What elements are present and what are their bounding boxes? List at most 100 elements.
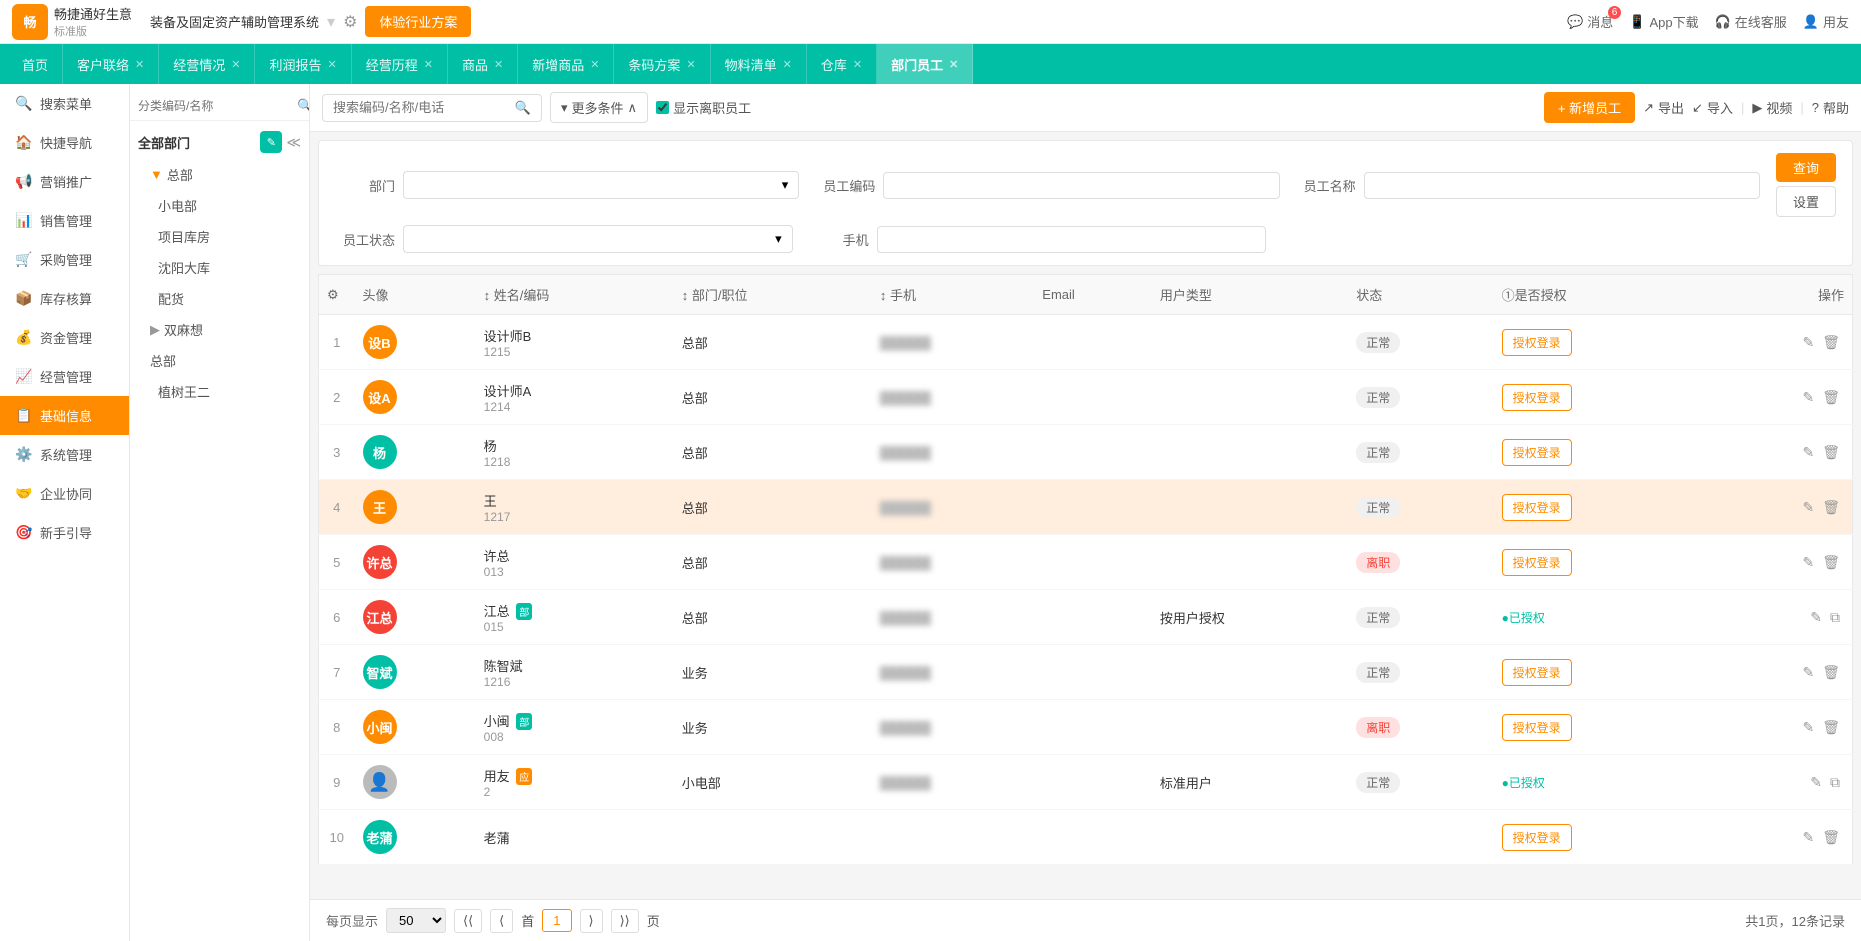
tab-customer[interactable]: 客户联络✕ bbox=[63, 44, 159, 84]
close-icon[interactable]: ✕ bbox=[590, 58, 599, 71]
phone-input[interactable] bbox=[877, 226, 1267, 253]
sidebar-item-basic[interactable]: 📋 基础信息 bbox=[0, 396, 129, 435]
prev-page-btn[interactable]: ⟨ bbox=[490, 909, 513, 933]
tab-dept-staff[interactable]: 部门员工✕ bbox=[877, 44, 973, 84]
auth-login-button[interactable]: 授权登录 bbox=[1502, 494, 1572, 521]
dept-tree-item-distribution[interactable]: 配货 bbox=[130, 283, 309, 314]
close-icon[interactable]: ✕ bbox=[949, 58, 958, 71]
dept-tree-item-headquarters[interactable]: ▼ 总部 bbox=[130, 159, 309, 190]
collapse-icon[interactable]: ≪ bbox=[286, 134, 301, 151]
dept-header-icon[interactable]: ✎ bbox=[260, 131, 282, 153]
close-icon[interactable]: ✕ bbox=[135, 58, 144, 71]
dept-tree-item-shuangma[interactable]: ▶ 双麻想 bbox=[130, 314, 309, 345]
trial-button[interactable]: 体验行业方案 bbox=[365, 6, 471, 37]
tab-profit[interactable]: 利润报告✕ bbox=[255, 44, 351, 84]
next-page-btn[interactable]: ⟩ bbox=[580, 909, 603, 933]
edit-button[interactable]: ✎ bbox=[1798, 662, 1818, 683]
edit-button[interactable]: ✎ bbox=[1798, 717, 1818, 738]
query-button[interactable]: 查询 bbox=[1776, 153, 1836, 182]
sidebar-item-guide[interactable]: 🎯 新手引导 bbox=[0, 513, 129, 552]
delete-button[interactable]: 🗑 bbox=[1818, 717, 1844, 738]
delete-button[interactable]: 🗑 bbox=[1818, 552, 1844, 573]
delete-button[interactable]: 🗑 bbox=[1818, 387, 1844, 408]
tab-process[interactable]: 经营历程✕ bbox=[352, 44, 448, 84]
auth-login-button[interactable]: 授权登录 bbox=[1502, 659, 1572, 686]
col-gear[interactable]: ⚙ bbox=[319, 275, 355, 315]
delete-button[interactable]: 🗑 bbox=[1818, 442, 1844, 463]
dept-search-input[interactable] bbox=[138, 99, 293, 113]
auth-login-button[interactable]: 授权登录 bbox=[1502, 329, 1572, 356]
copy-button[interactable]: ⧉ bbox=[1826, 607, 1844, 628]
auth-login-button[interactable]: 授权登录 bbox=[1502, 549, 1572, 576]
emp-name-input[interactable] bbox=[1364, 172, 1760, 199]
export-btn[interactable]: ↗ 导出 bbox=[1643, 98, 1684, 117]
close-icon[interactable]: ✕ bbox=[231, 58, 240, 71]
dept-tree-item-general[interactable]: 总部 bbox=[130, 345, 309, 376]
sidebar-item-marketing[interactable]: 📢 营销推广 bbox=[0, 162, 129, 201]
close-icon[interactable]: ✕ bbox=[494, 58, 503, 71]
help-btn[interactable]: ? 帮助 bbox=[1812, 98, 1849, 117]
sidebar-item-inventory[interactable]: 📦 库存核算 bbox=[0, 279, 129, 318]
dept-tree-item-shenyang[interactable]: 沈阳大库 bbox=[130, 252, 309, 283]
auth-login-button[interactable]: 授权登录 bbox=[1502, 384, 1572, 411]
edit-button[interactable]: ✎ bbox=[1806, 607, 1826, 628]
tab-add-goods[interactable]: 新增商品✕ bbox=[518, 44, 614, 84]
edit-button[interactable]: ✎ bbox=[1798, 332, 1818, 353]
dept-tree-item-small-elec[interactable]: 小电部 bbox=[130, 190, 309, 221]
last-page-btn[interactable]: ⟩⟩ bbox=[611, 909, 639, 933]
tab-warehouse[interactable]: 仓库✕ bbox=[807, 44, 877, 84]
tab-barcode[interactable]: 条码方案✕ bbox=[614, 44, 710, 84]
show-resigned-checkbox[interactable] bbox=[656, 101, 669, 114]
more-filter-btn[interactable]: ▾ 更多条件 ∧ bbox=[550, 92, 648, 123]
tab-home[interactable]: 首页 bbox=[8, 44, 63, 84]
close-icon[interactable]: ✕ bbox=[424, 58, 433, 71]
sidebar-item-finance[interactable]: 💰 资金管理 bbox=[0, 318, 129, 357]
search-input[interactable] bbox=[333, 100, 511, 115]
sidebar-item-search[interactable]: 🔍 搜索菜单 bbox=[0, 84, 129, 123]
tab-operation[interactable]: 经营情况✕ bbox=[159, 44, 255, 84]
copy-button[interactable]: ⧉ bbox=[1826, 772, 1844, 793]
first-page-btn[interactable]: ⟨⟨ bbox=[454, 909, 482, 933]
sidebar-item-sales[interactable]: 📊 销售管理 bbox=[0, 201, 129, 240]
col-name[interactable]: ↕ 姓名/编码 bbox=[476, 275, 674, 315]
edit-button[interactable]: ✎ bbox=[1798, 387, 1818, 408]
close-icon[interactable]: ✕ bbox=[783, 58, 792, 71]
sidebar-item-purchase[interactable]: 🛒 采购管理 bbox=[0, 240, 129, 279]
edit-button[interactable]: ✎ bbox=[1806, 772, 1826, 793]
settings-icon[interactable]: ⚙ bbox=[343, 12, 357, 32]
sidebar-item-quicknav[interactable]: 🏠 快捷导航 bbox=[0, 123, 129, 162]
dept-tree-item-project[interactable]: 项目库房 bbox=[130, 221, 309, 252]
auth-login-button[interactable]: 授权登录 bbox=[1502, 824, 1572, 851]
per-page-select[interactable]: 50 100 200 bbox=[386, 908, 446, 933]
edit-button[interactable]: ✎ bbox=[1798, 442, 1818, 463]
dropdown-arrow-icon[interactable]: ▾ bbox=[327, 12, 335, 32]
auth-login-button[interactable]: 授权登录 bbox=[1502, 439, 1572, 466]
dept-select[interactable]: ▾ bbox=[403, 171, 799, 199]
user-btn[interactable]: 👤 用友 bbox=[1803, 12, 1849, 31]
import-btn[interactable]: ↙ 导入 bbox=[1692, 98, 1733, 117]
dept-tree-item-plant[interactable]: 植树王二 bbox=[130, 376, 309, 407]
show-resigned-label[interactable]: 显示离职员工 bbox=[656, 98, 751, 117]
auth-login-button[interactable]: 授权登录 bbox=[1502, 714, 1572, 741]
emp-status-select[interactable]: ▾ bbox=[403, 225, 793, 253]
app-download-btn[interactable]: 📱 App下载 bbox=[1629, 12, 1698, 31]
sidebar-item-collab[interactable]: 🤝 企业协同 bbox=[0, 474, 129, 513]
delete-button[interactable]: 🗑 bbox=[1818, 497, 1844, 518]
col-dept[interactable]: ↕ 部门/职位 bbox=[674, 275, 872, 315]
sidebar-item-biz[interactable]: 📈 经营管理 bbox=[0, 357, 129, 396]
close-icon[interactable]: ✕ bbox=[853, 58, 862, 71]
close-icon[interactable]: ✕ bbox=[328, 58, 337, 71]
message-btn[interactable]: 💬 消息 6 bbox=[1567, 12, 1613, 31]
sidebar-item-system[interactable]: ⚙️ 系统管理 bbox=[0, 435, 129, 474]
edit-button[interactable]: ✎ bbox=[1798, 827, 1818, 848]
emp-code-input[interactable] bbox=[883, 172, 1279, 199]
close-icon[interactable]: ✕ bbox=[686, 58, 695, 71]
edit-button[interactable]: ✎ bbox=[1798, 497, 1818, 518]
col-phone[interactable]: ↕ 手机 bbox=[872, 275, 1034, 315]
edit-button[interactable]: ✎ bbox=[1798, 552, 1818, 573]
delete-button[interactable]: 🗑 bbox=[1818, 827, 1844, 848]
tab-bom[interactable]: 物料清单✕ bbox=[711, 44, 807, 84]
delete-button[interactable]: 🗑 bbox=[1818, 332, 1844, 353]
delete-button[interactable]: 🗑 bbox=[1818, 662, 1844, 683]
tab-goods[interactable]: 商品✕ bbox=[448, 44, 518, 84]
